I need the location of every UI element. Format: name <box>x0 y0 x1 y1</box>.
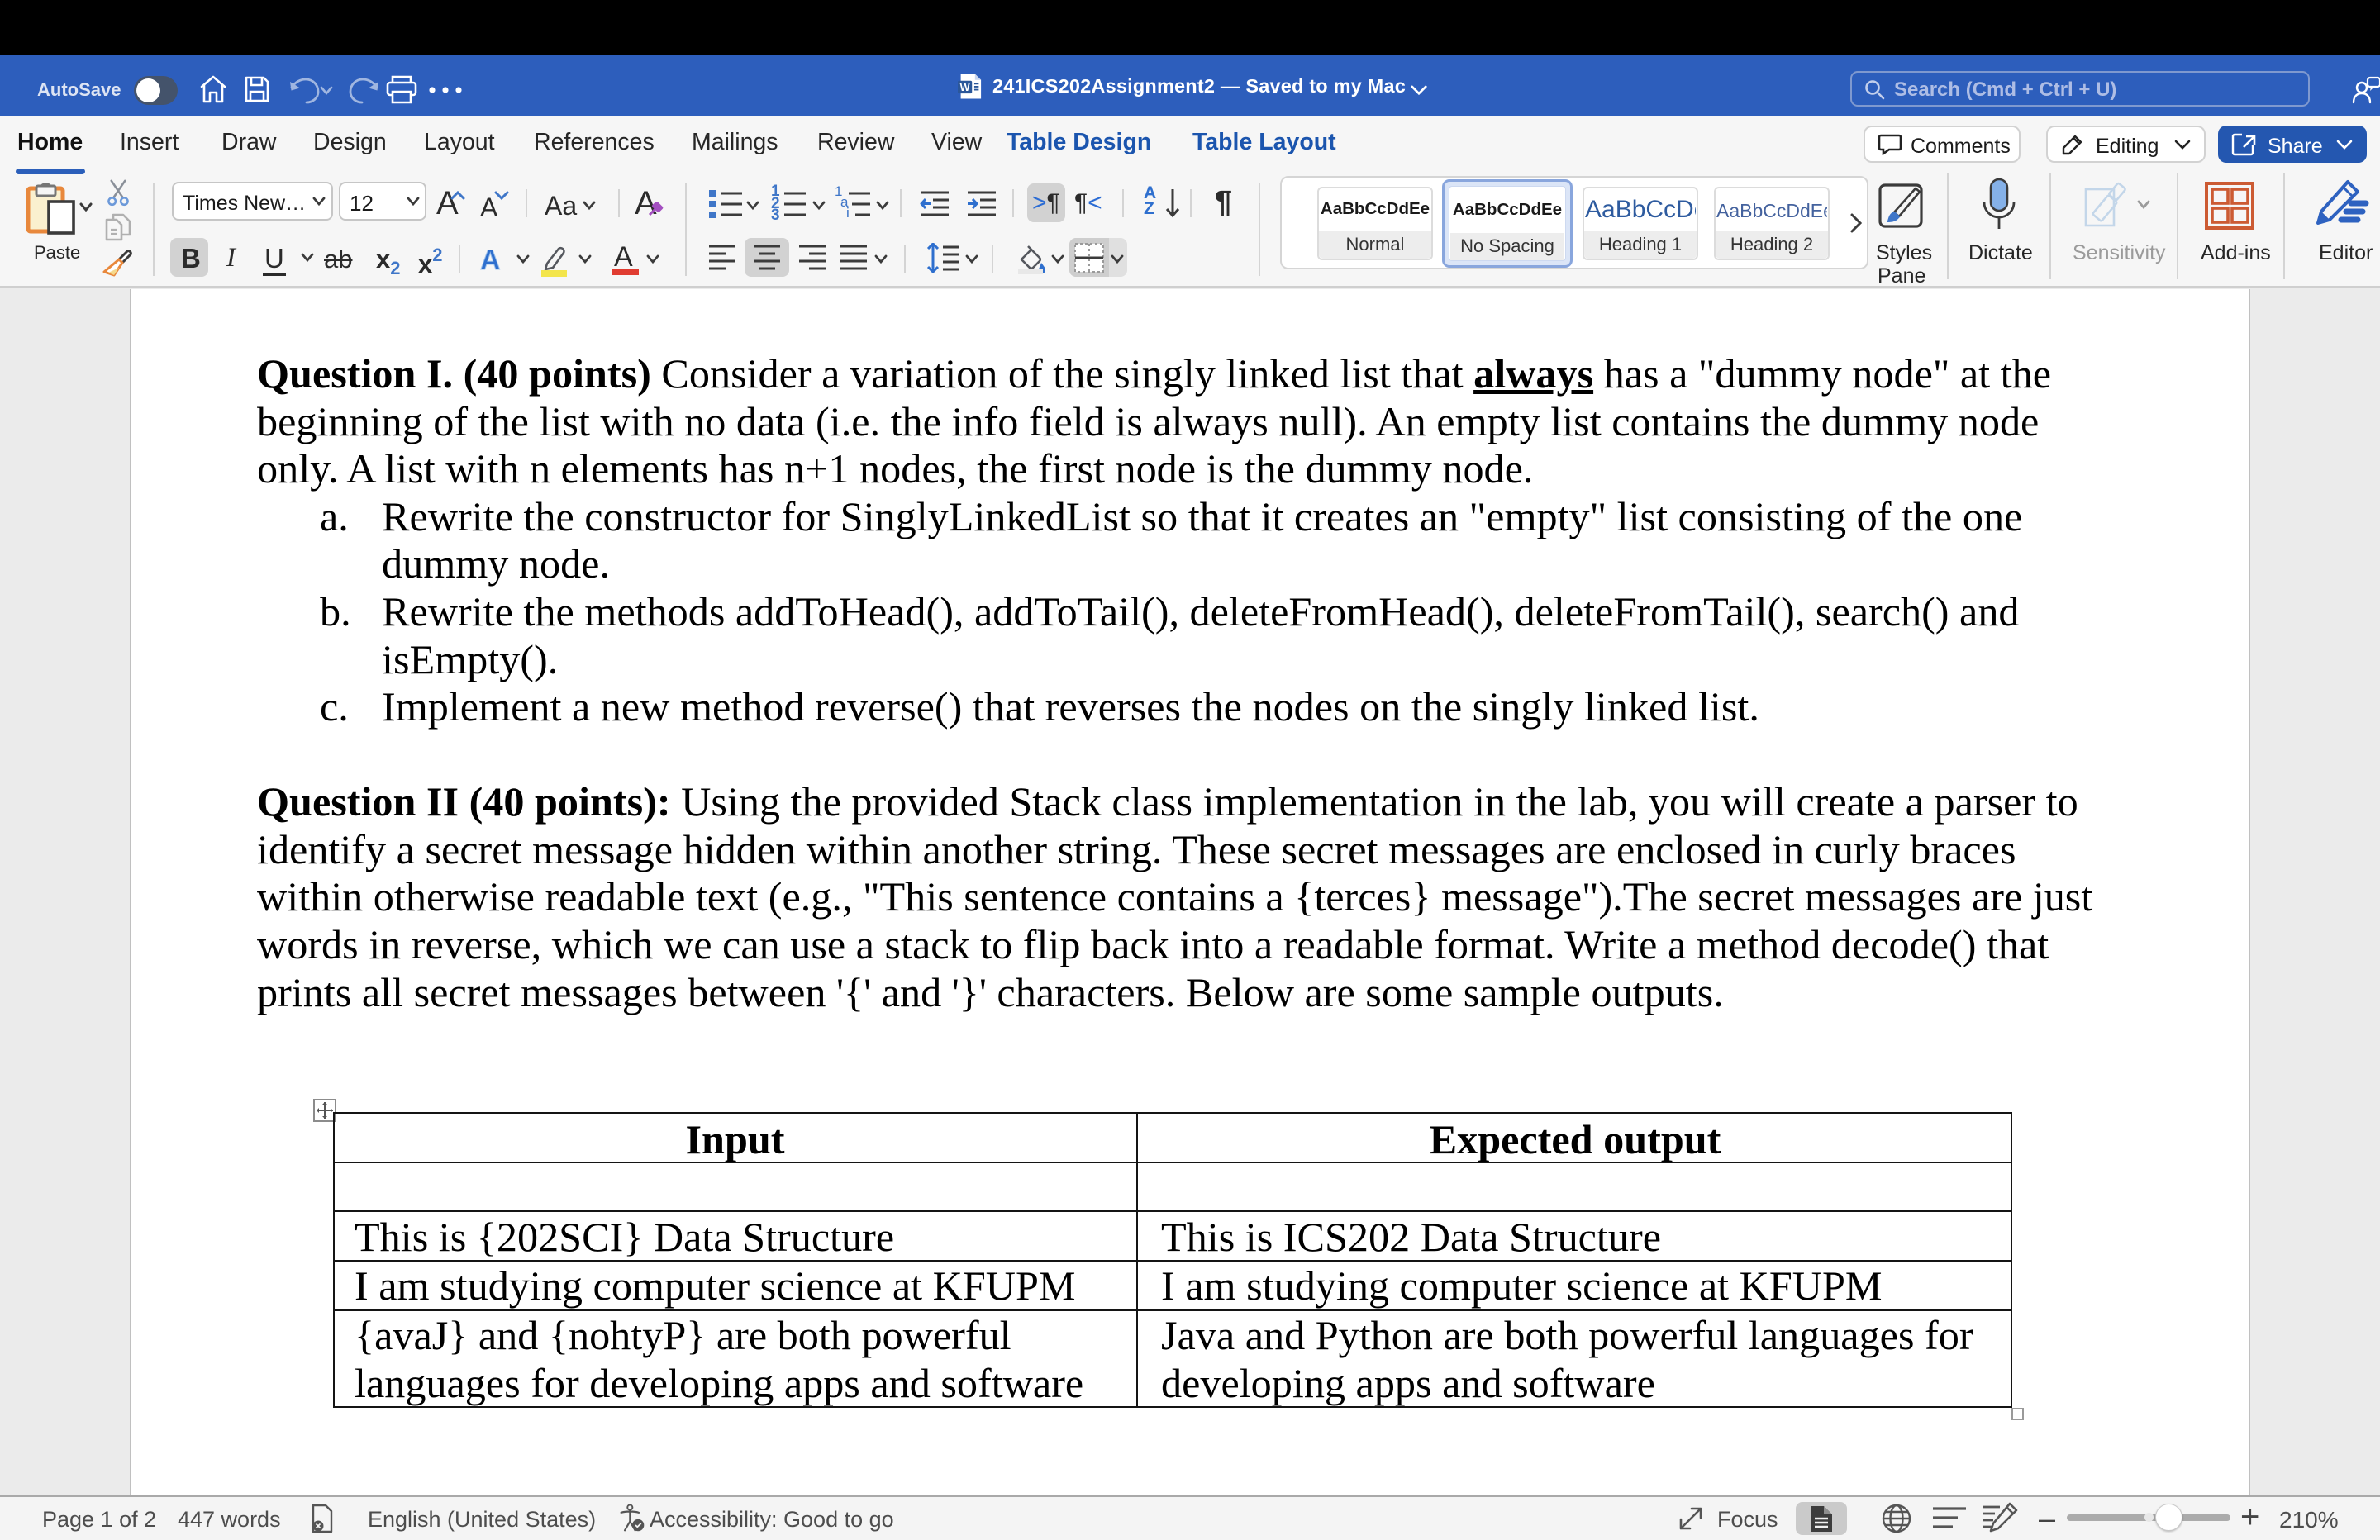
svg-text:W: W <box>960 82 970 93</box>
